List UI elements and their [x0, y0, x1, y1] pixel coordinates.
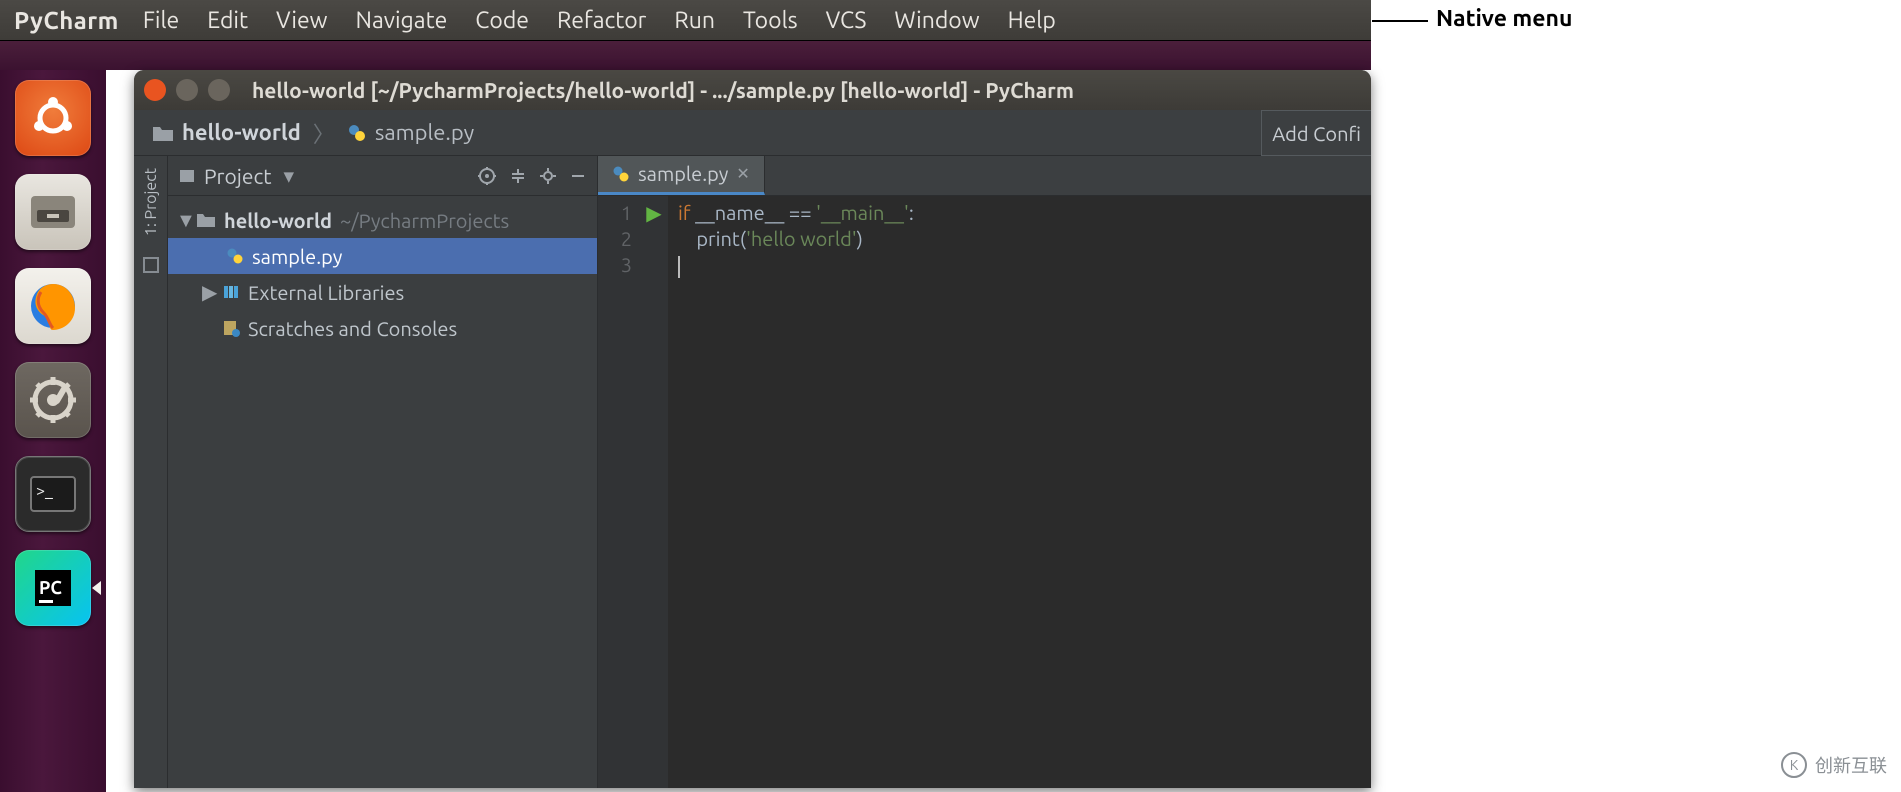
tree-file-sample[interactable]: sample.py [168, 238, 597, 274]
breadcrumb-root[interactable]: hello-world [182, 120, 301, 145]
dock-files-icon[interactable] [15, 174, 91, 250]
tool-window-stripe: 1: Project [134, 156, 168, 788]
window-maximize-button[interactable] [208, 79, 230, 101]
project-tool-window: Project ▾ ▼ [168, 156, 598, 788]
folder-icon [152, 124, 174, 142]
code-text: print( [696, 227, 746, 250]
watermark: K 创新互联 [1781, 752, 1887, 778]
project-icon [178, 167, 196, 185]
svg-text:PC: PC [39, 578, 62, 598]
python-file-icon [226, 247, 244, 265]
project-view-selector[interactable]: Project ▾ [178, 163, 465, 188]
line-number: 3 [598, 252, 632, 278]
collapse-all-icon[interactable] [509, 167, 527, 185]
menu-run[interactable]: Run [660, 8, 729, 33]
settings-gear-icon[interactable] [539, 167, 557, 185]
caret-down-icon: ▼ [176, 208, 188, 233]
breadcrumb-separator: 〉 [313, 117, 335, 149]
code-text: : [909, 201, 914, 224]
window-minimize-button[interactable] [176, 79, 198, 101]
pycharm-window: hello-world [~/PycharmProjects/hello-wor… [134, 70, 1371, 788]
dock-firefox-icon[interactable] [15, 268, 91, 344]
caret-right-icon: ▶ [202, 280, 214, 304]
line-number: 2 [598, 226, 632, 252]
code-string: '__main__' [816, 201, 909, 224]
python-file-icon [612, 165, 630, 183]
menu-file[interactable]: File [129, 8, 193, 33]
dock-pycharm-icon[interactable]: PC [15, 550, 91, 626]
menu-code[interactable]: Code [461, 8, 543, 33]
add-configuration-button[interactable]: Add Confi [1261, 110, 1371, 156]
menu-edit[interactable]: Edit [193, 8, 262, 33]
line-number-gutter: 1 2 3 [598, 196, 640, 788]
structure-tool-icon[interactable] [142, 256, 160, 274]
annotation-leader-line [1372, 20, 1428, 22]
editor-body[interactable]: 1 2 3 ▶ if __name__ == '__main__': print… [598, 196, 1371, 788]
folder-icon [196, 212, 216, 228]
tree-external-libraries[interactable]: ▶ External Libraries [168, 274, 597, 310]
menu-navigate[interactable]: Navigate [342, 8, 462, 33]
annotation-label: Native menu [1436, 6, 1572, 31]
editor-tab-sample[interactable]: sample.py ✕ [598, 155, 765, 195]
text-caret [678, 256, 680, 278]
watermark-text: 创新互联 [1815, 752, 1887, 778]
python-file-icon [347, 123, 367, 143]
tree-scratches[interactable]: ▶ Scratches and Consoles [168, 310, 597, 346]
app-name: PyCharm [0, 7, 129, 34]
dock-terminal-icon[interactable]: >_ [15, 456, 91, 532]
menu-vcs[interactable]: VCS [812, 8, 881, 33]
svg-text:>_: >_ [36, 482, 53, 500]
native-menu-bar: PyCharm File Edit View Navigate Code Ref… [0, 0, 1371, 40]
code-text: __name__ == [690, 201, 816, 224]
window-close-button[interactable] [144, 79, 166, 101]
editor-area: sample.py ✕ 1 2 3 ▶ if __name__ == '__ma… [598, 156, 1371, 788]
editor-tabs: sample.py ✕ [598, 156, 1371, 196]
menu-view[interactable]: View [262, 8, 341, 33]
tree-file-label: sample.py [252, 245, 342, 268]
dock-ubuntu-icon[interactable] [15, 80, 91, 156]
breadcrumb-bar: hello-world 〉 sample.py Add Confi [134, 110, 1371, 156]
breadcrumb-file[interactable]: sample.py [375, 120, 474, 145]
code-string: 'hello world' [746, 227, 857, 250]
project-tool-button[interactable]: 1: Project [142, 162, 160, 242]
menu-window[interactable]: Window [880, 8, 993, 33]
code-keyword: if [678, 201, 690, 224]
menu-tools[interactable]: Tools [729, 8, 812, 33]
code-text: ) [857, 227, 863, 250]
dock-running-indicator [92, 581, 101, 595]
tree-scratches-label: Scratches and Consoles [248, 317, 457, 340]
project-header: Project ▾ [168, 156, 597, 196]
menu-underbar [0, 40, 1371, 70]
ubuntu-dock: >_ PC [0, 70, 106, 792]
tree-root-label: hello-world [224, 209, 332, 232]
dock-settings-icon[interactable] [15, 362, 91, 438]
menu-help[interactable]: Help [994, 8, 1070, 33]
window-title-bar: hello-world [~/PycharmProjects/hello-wor… [134, 70, 1371, 110]
tree-external-label: External Libraries [248, 281, 404, 304]
scratches-icon [222, 319, 240, 337]
library-icon [222, 283, 240, 301]
run-gutter: ▶ [640, 196, 668, 788]
hide-panel-icon[interactable] [569, 167, 587, 185]
menu-refactor[interactable]: Refactor [543, 8, 660, 33]
tree-root-path: ~/PycharmProjects [340, 209, 509, 232]
watermark-badge-icon: K [1781, 752, 1807, 778]
editor-tab-label: sample.py [638, 162, 728, 185]
window-title-text: hello-world [~/PycharmProjects/hello-wor… [252, 78, 1074, 102]
code-content[interactable]: if __name__ == '__main__': print('hello … [668, 196, 1371, 788]
code-text [678, 227, 696, 250]
project-tree: ▼ hello-world ~/PycharmProjects sample.p… [168, 196, 597, 352]
locate-icon[interactable] [477, 166, 497, 186]
tree-root-folder[interactable]: ▼ hello-world ~/PycharmProjects [168, 202, 597, 238]
close-tab-icon[interactable]: ✕ [736, 164, 749, 183]
line-number: 1 [598, 200, 632, 226]
dropdown-caret-icon: ▾ [284, 163, 295, 188]
run-line-icon[interactable]: ▶ [640, 200, 668, 226]
